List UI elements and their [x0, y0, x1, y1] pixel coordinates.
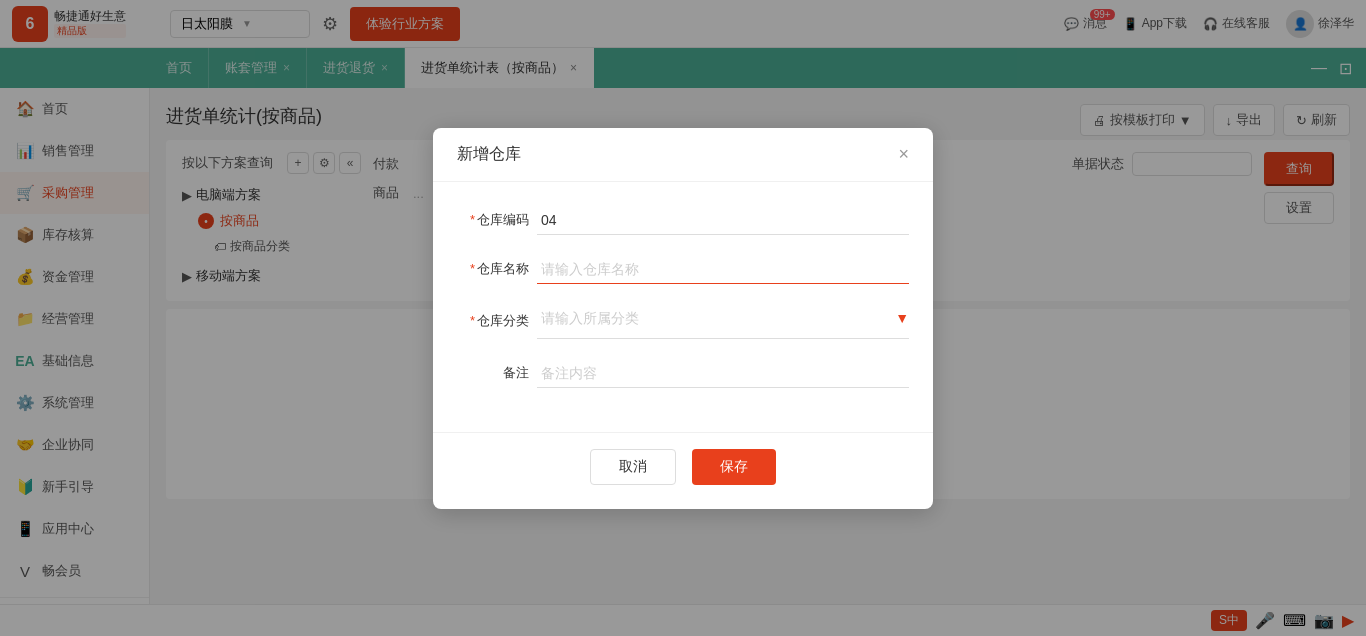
warehouse-category-select-wrap: ▼	[537, 304, 909, 339]
cancel-button[interactable]: 取消	[590, 449, 676, 485]
warehouse-name-row: 仓库名称	[457, 255, 909, 284]
warehouse-note-input[interactable]	[537, 359, 909, 388]
warehouse-code-input[interactable]	[537, 206, 909, 235]
modal-footer: 取消 保存	[433, 432, 933, 509]
add-warehouse-modal: 新增仓库 × 仓库编码 仓库名称 仓库分类 ▼	[433, 128, 933, 509]
warehouse-category-label: 仓库分类	[457, 312, 537, 330]
category-dropdown-icon[interactable]: ▼	[895, 310, 909, 326]
modal-body: 仓库编码 仓库名称 仓库分类 ▼ 备注	[433, 182, 933, 432]
modal-close-button[interactable]: ×	[898, 144, 909, 165]
warehouse-name-input[interactable]	[537, 255, 909, 284]
modal-title: 新增仓库	[457, 144, 521, 165]
warehouse-note-label: 备注	[457, 364, 537, 382]
modal-overlay: 新增仓库 × 仓库编码 仓库名称 仓库分类 ▼	[0, 0, 1366, 636]
warehouse-category-input[interactable]	[537, 304, 895, 332]
warehouse-note-row: 备注	[457, 359, 909, 388]
warehouse-category-row: 仓库分类 ▼	[457, 304, 909, 339]
warehouse-name-label: 仓库名称	[457, 260, 537, 278]
warehouse-code-label: 仓库编码	[457, 211, 537, 229]
warehouse-code-row: 仓库编码	[457, 206, 909, 235]
modal-header: 新增仓库 ×	[433, 128, 933, 182]
save-button[interactable]: 保存	[692, 449, 776, 485]
